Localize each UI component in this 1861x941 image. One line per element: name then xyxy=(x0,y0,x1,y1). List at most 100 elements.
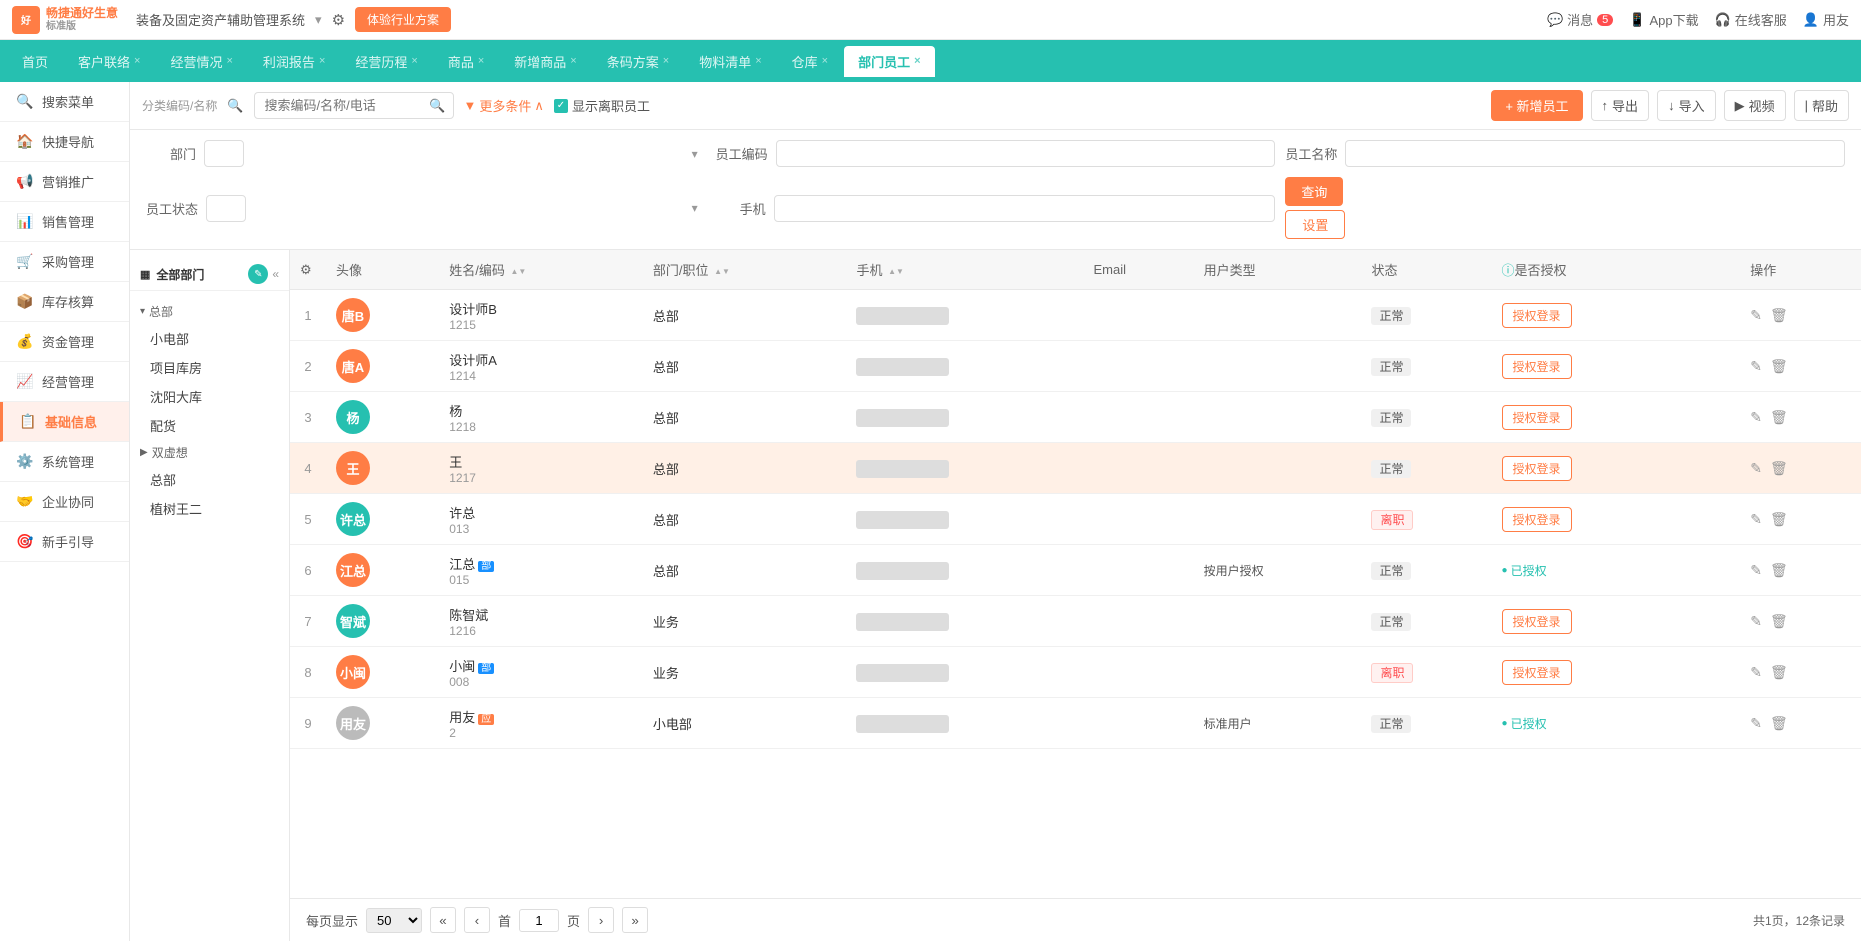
close-icon[interactable]: × xyxy=(226,55,232,67)
edit-icon[interactable]: ✎ xyxy=(1750,409,1762,426)
add-employee-button[interactable]: + 新增员工 xyxy=(1491,90,1582,121)
tab-product[interactable]: 商品 × xyxy=(434,46,498,77)
dept-group-label-head[interactable]: ▾ 总部 xyxy=(130,299,289,324)
auth-login-btn[interactable]: 授权登录 xyxy=(1502,354,1572,379)
dept-select[interactable] xyxy=(204,140,244,167)
name-filter-input[interactable] xyxy=(1345,140,1845,167)
sidebar-item-inventory[interactable]: 📦 库存核算 xyxy=(0,282,129,322)
edit-icon[interactable]: ✎ xyxy=(1750,562,1762,579)
delete-icon[interactable]: 🗑 xyxy=(1770,409,1788,426)
dept-child-peihuo[interactable]: 配货 xyxy=(130,411,289,440)
sidebar-item-system[interactable]: ⚙️ 系统管理 xyxy=(0,442,129,482)
import-button[interactable]: ↓ 导入 xyxy=(1657,90,1716,121)
phone-filter-input[interactable] xyxy=(774,195,1276,222)
dept-child-zongbu[interactable]: 总部 xyxy=(130,465,289,494)
close-icon[interactable]: × xyxy=(663,55,669,67)
tab-history[interactable]: 经营历程 × xyxy=(341,46,431,77)
tab-new-product[interactable]: 新增商品 × xyxy=(500,46,590,77)
status-select[interactable] xyxy=(206,195,246,222)
dept-edit-icon[interactable]: ✎ xyxy=(248,264,268,284)
dept-child-zhishu[interactable]: 植树王二 xyxy=(130,494,289,523)
edit-icon[interactable]: ✎ xyxy=(1750,511,1762,528)
auth-login-btn[interactable]: 授权登录 xyxy=(1502,456,1572,481)
search-input[interactable] xyxy=(254,92,454,119)
delete-icon[interactable]: 🗑 xyxy=(1770,613,1788,630)
auth-login-btn[interactable]: 授权登录 xyxy=(1502,303,1572,328)
delete-icon[interactable]: 🗑 xyxy=(1770,460,1788,477)
next-page-btn[interactable]: › xyxy=(588,907,614,933)
delete-icon[interactable]: 🗑 xyxy=(1770,307,1788,324)
dept-child-shenyang[interactable]: 沈阳大库 xyxy=(130,382,289,411)
employee-avatar: 唐A xyxy=(336,349,370,383)
delete-icon[interactable]: 🗑 xyxy=(1770,511,1788,528)
delete-icon[interactable]: 🗑 xyxy=(1770,358,1788,375)
tab-home[interactable]: 首页 xyxy=(8,46,62,77)
edit-icon[interactable]: ✎ xyxy=(1750,613,1762,630)
dept-group-label-shuang[interactable]: ▶ 双虚想 xyxy=(130,440,289,465)
tab-dept-staff[interactable]: 部门员工 × xyxy=(844,46,934,77)
dept-collapse-icon[interactable]: « xyxy=(272,267,279,281)
delete-icon[interactable]: 🗑 xyxy=(1770,664,1788,681)
search-submit-icon[interactable]: 🔍 xyxy=(429,98,445,114)
message-btn[interactable]: 💬 消息 5 xyxy=(1547,10,1613,29)
close-icon[interactable]: × xyxy=(134,55,140,67)
online-service-btn[interactable]: 🎧 在线客服 xyxy=(1715,10,1787,29)
close-icon[interactable]: × xyxy=(914,55,920,67)
show-resigned-toggle[interactable]: ✓ 显示离职员工 xyxy=(554,96,650,115)
dept-child-xiaodian[interactable]: 小电部 xyxy=(130,324,289,353)
sidebar-item-guide[interactable]: 🎯 新手引导 xyxy=(0,522,129,562)
sidebar-item-operation[interactable]: 📈 经营管理 xyxy=(0,362,129,402)
sidebar-item-basic[interactable]: 📋 基础信息 xyxy=(0,402,129,442)
auth-login-btn[interactable]: 授权登录 xyxy=(1502,609,1572,634)
trial-button[interactable]: 体验行业方案 xyxy=(355,7,451,32)
sidebar-item-purchase[interactable]: 🛒 采购管理 xyxy=(0,242,129,282)
query-button[interactable]: 查询 xyxy=(1285,177,1343,206)
export-button[interactable]: ↑ 导出 xyxy=(1591,90,1650,121)
per-page-select[interactable]: 50 100 xyxy=(366,908,422,933)
tab-customer[interactable]: 客户联络 × xyxy=(64,46,154,77)
auth-login-btn[interactable]: 授权登录 xyxy=(1502,507,1572,532)
dept-child-project[interactable]: 项目库房 xyxy=(130,353,289,382)
close-icon[interactable]: × xyxy=(570,55,576,67)
set-button[interactable]: 设置 xyxy=(1285,210,1345,239)
sidebar-item-nav[interactable]: 🏠 快捷导航 xyxy=(0,122,129,162)
edit-icon[interactable]: ✎ xyxy=(1750,358,1762,375)
edit-icon[interactable]: ✎ xyxy=(1750,715,1762,732)
close-icon[interactable]: × xyxy=(822,55,828,67)
first-page-btn[interactable]: « xyxy=(430,907,456,933)
user-avatar[interactable]: 👤 用友 xyxy=(1803,10,1849,29)
prev-page-btn[interactable]: ‹ xyxy=(464,907,490,933)
tab-business[interactable]: 经营情况 × xyxy=(156,46,246,77)
more-filter-btn[interactable]: ▼ 更多条件 ∧ xyxy=(464,96,544,115)
app-download-btn[interactable]: 📱 App下载 xyxy=(1629,10,1698,29)
sidebar-item-collab[interactable]: 🤝 企业协同 xyxy=(0,482,129,522)
edit-icon[interactable]: ✎ xyxy=(1750,664,1762,681)
chevron-down-icon[interactable]: ▾ xyxy=(315,12,322,28)
sidebar-item-finance[interactable]: 💰 资金管理 xyxy=(0,322,129,362)
tab-profit[interactable]: 利润报告 × xyxy=(249,46,339,77)
sidebar-item-search[interactable]: 🔍 搜索菜单 xyxy=(0,82,129,122)
page-input[interactable] xyxy=(519,909,559,932)
auth-login-btn[interactable]: 授权登录 xyxy=(1502,660,1572,685)
close-icon[interactable]: × xyxy=(755,55,761,67)
tab-warehouse[interactable]: 仓库 × xyxy=(778,46,842,77)
auth-login-btn[interactable]: 授权登录 xyxy=(1502,405,1572,430)
sidebar-item-marketing[interactable]: 📢 营销推广 xyxy=(0,162,129,202)
search-icon-small[interactable]: 🔍 xyxy=(227,98,243,114)
settings-icon[interactable]: ⚙ xyxy=(300,262,312,277)
last-page-btn[interactable]: » xyxy=(622,907,648,933)
close-icon[interactable]: × xyxy=(319,55,325,67)
edit-icon[interactable]: ✎ xyxy=(1750,460,1762,477)
edit-icon[interactable]: ✎ xyxy=(1750,307,1762,324)
delete-icon[interactable]: 🗑 xyxy=(1770,715,1788,732)
help-button[interactable]: | 帮助 xyxy=(1794,90,1849,121)
close-icon[interactable]: × xyxy=(478,55,484,67)
delete-icon[interactable]: 🗑 xyxy=(1770,562,1788,579)
close-icon[interactable]: × xyxy=(411,55,417,67)
tab-barcode[interactable]: 条码方案 × xyxy=(593,46,683,77)
view-button[interactable]: ▶ 视频 xyxy=(1724,90,1786,121)
settings-icon[interactable]: ⚙ xyxy=(332,11,345,29)
tab-bom[interactable]: 物料清单 × xyxy=(685,46,775,77)
sidebar-item-sales[interactable]: 📊 销售管理 xyxy=(0,202,129,242)
code-filter-input[interactable] xyxy=(776,140,1276,167)
